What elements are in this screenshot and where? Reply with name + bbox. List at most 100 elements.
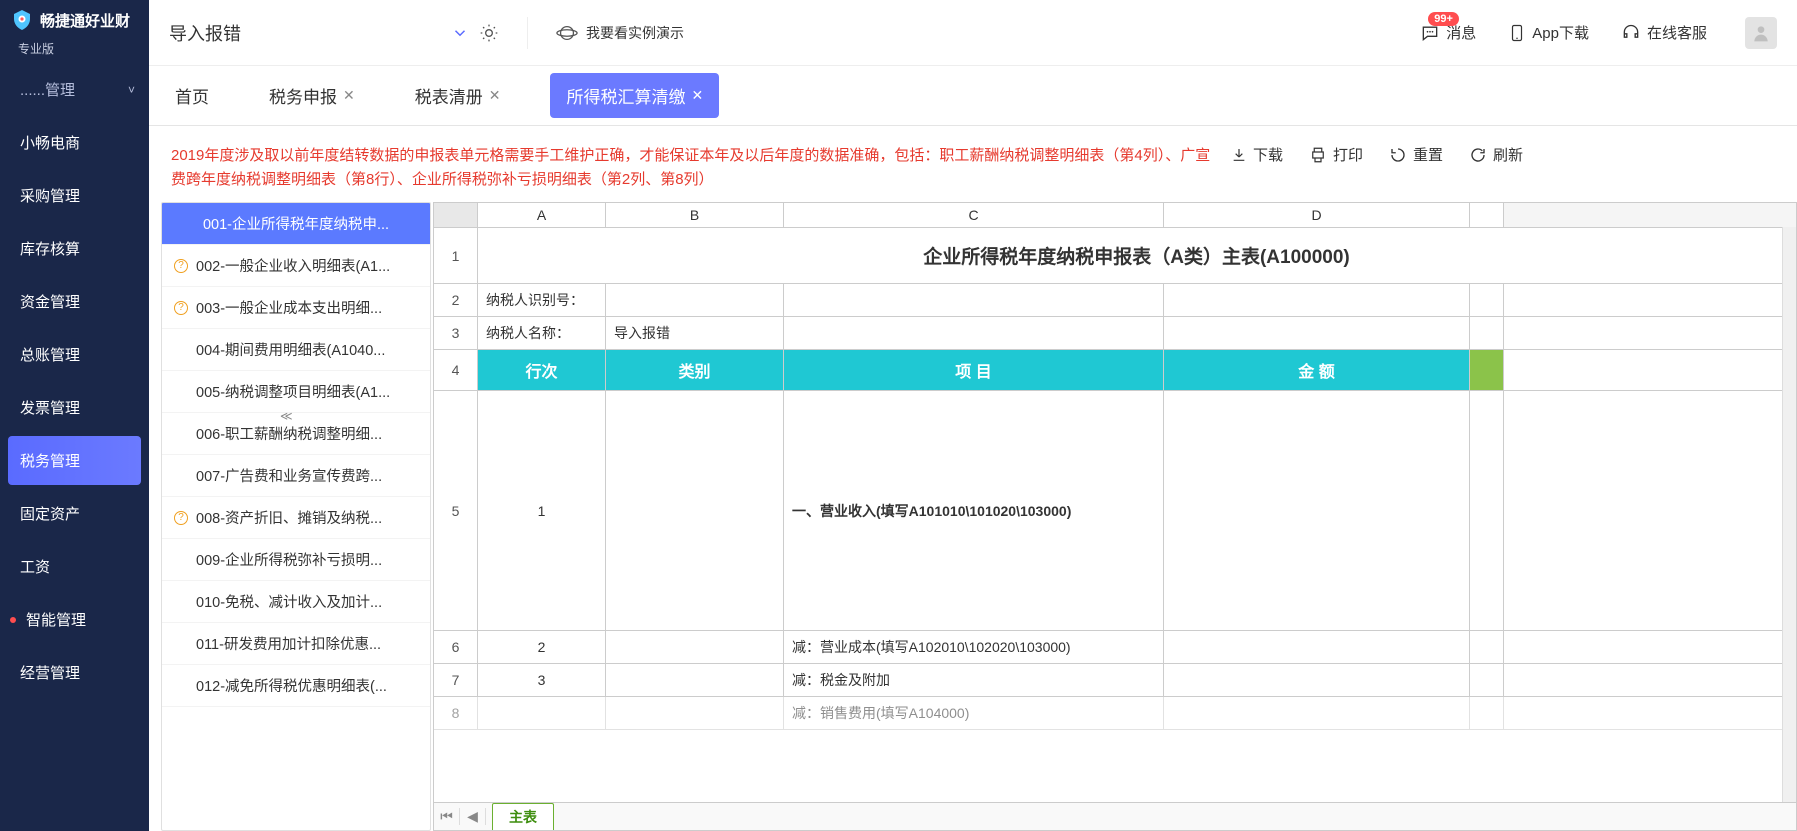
col-header-a[interactable]: A xyxy=(478,203,606,227)
cell[interactable] xyxy=(606,631,784,663)
cell[interactable] xyxy=(1470,697,1504,729)
tab[interactable]: 税务申报✕ xyxy=(259,77,365,114)
sheet-tab[interactable]: 主表 xyxy=(492,803,554,830)
sidebar-item[interactable]: 经营管理 xyxy=(0,646,149,699)
vertical-scrollbar[interactable] xyxy=(1782,227,1796,802)
support-button[interactable]: 在线客服 xyxy=(1621,22,1707,43)
sidebar-item[interactable]: 资金管理 xyxy=(0,275,149,328)
amount-cell[interactable] xyxy=(1164,631,1470,663)
download-button[interactable]: 下载 xyxy=(1231,144,1283,165)
reset-button[interactable]: 重置 xyxy=(1389,144,1443,165)
row-header[interactable]: 7 xyxy=(434,664,478,696)
row-header[interactable]: 2 xyxy=(434,284,478,316)
col-header-c[interactable]: C xyxy=(784,203,1164,227)
close-icon[interactable]: ✕ xyxy=(691,87,703,104)
sidebar-item[interactable]: 固定资产 xyxy=(0,487,149,540)
cell[interactable] xyxy=(1470,391,1504,630)
gear-icon[interactable] xyxy=(479,23,499,43)
cell[interactable] xyxy=(606,284,784,316)
sheet-title[interactable]: 企业所得税年度纳税申报表（A类）主表(A100000) xyxy=(478,228,1796,283)
item-cell[interactable]: 减：销售费用(填写A104000) xyxy=(784,697,1164,729)
form-list-item[interactable]: 006-职工薪酬纳税调整明细... xyxy=(162,413,430,455)
form-list-item[interactable]: 001-企业所得税年度纳税申... xyxy=(162,203,430,245)
cell[interactable] xyxy=(606,664,784,696)
sidebar-item[interactable]: 小畅电商 xyxy=(0,116,149,169)
sidebar-item[interactable]: 税务管理 xyxy=(8,436,141,485)
form-list-item[interactable]: 005-纳税调整项目明细表(A1... xyxy=(162,371,430,413)
collapse-handle-icon[interactable]: ≪ xyxy=(280,409,293,423)
row-num[interactable]: 2 xyxy=(478,631,606,663)
taxpayer-name-value[interactable]: 导入报错 xyxy=(606,317,784,349)
row-header[interactable]: 8 xyxy=(434,697,478,729)
col-header-d[interactable]: D xyxy=(1164,203,1470,227)
form-list-item[interactable]: ?002-一般企业收入明细表(A1... xyxy=(162,245,430,287)
item-cell[interactable]: 减：税金及附加 xyxy=(784,664,1164,696)
sheet-nav-first-icon[interactable]: ⏮ xyxy=(434,808,460,825)
row-num[interactable]: 3 xyxy=(478,664,606,696)
column-headers: A B C D xyxy=(434,203,1796,228)
cell[interactable] xyxy=(1470,317,1504,349)
form-list-item[interactable]: 009-企业所得税弥补亏损明... xyxy=(162,539,430,581)
table-row: 5 1 一、营业收入(填写A101010\101020\103000) xyxy=(434,391,1796,631)
cell[interactable] xyxy=(784,317,1164,349)
avatar[interactable] xyxy=(1745,17,1777,49)
sidebar-item[interactable]: 总账管理 xyxy=(0,328,149,381)
close-icon[interactable]: ✕ xyxy=(343,87,355,104)
header-category: 类别 xyxy=(606,350,784,390)
form-list-item[interactable]: 010-免税、减计收入及加计... xyxy=(162,581,430,623)
row-header[interactable]: 1 xyxy=(434,228,478,283)
form-list-item[interactable]: ?003-一般企业成本支出明细... xyxy=(162,287,430,329)
amount-cell[interactable] xyxy=(1164,697,1470,729)
taxpayer-id-label[interactable]: 纳税人识别号： xyxy=(478,284,606,316)
header-item: 项 目 xyxy=(784,350,1164,390)
amount-cell[interactable] xyxy=(1164,391,1470,630)
row-header[interactable]: 4 xyxy=(434,350,478,390)
select-all-corner[interactable] xyxy=(434,203,478,227)
col-header-e[interactable] xyxy=(1470,203,1504,227)
print-button[interactable]: 打印 xyxy=(1309,144,1363,165)
item-cell[interactable]: 一、营业收入(填写A101010\101020\103000) xyxy=(784,391,1164,630)
nav-item-truncated[interactable]: ......管理 xyxy=(0,63,149,116)
row-header[interactable]: 6 xyxy=(434,631,478,663)
sidebar-item[interactable]: 发票管理 xyxy=(0,381,149,434)
refresh-button[interactable]: 刷新 xyxy=(1469,144,1523,165)
sidebar-item[interactable]: 采购管理 xyxy=(0,169,149,222)
item-cell[interactable]: 减：营业成本(填写A102010\102020\103000) xyxy=(784,631,1164,663)
close-icon[interactable]: ✕ xyxy=(489,87,501,104)
tab[interactable]: 税表清册✕ xyxy=(405,77,511,114)
warning-text: 2019年度涉及取以前年度结转数据的申报表单元格需要手工维护正确，才能保证本年及… xyxy=(171,144,1211,192)
demo-link[interactable]: 我要看实例演示 xyxy=(556,22,684,44)
row-header[interactable]: 5 xyxy=(434,391,478,630)
header-rownum: 行次 xyxy=(478,350,606,390)
tab[interactable]: 所得税汇算清缴✕ xyxy=(550,73,719,118)
sidebar-item[interactable]: 库存核算 xyxy=(0,222,149,275)
cell[interactable] xyxy=(606,391,784,630)
row-num[interactable]: 1 xyxy=(478,391,606,630)
form-list-item[interactable]: 004-期间费用明细表(A1040... xyxy=(162,329,430,371)
cell[interactable] xyxy=(1164,284,1470,316)
sheet-title-row: 1 企业所得税年度纳税申报表（A类）主表(A100000) xyxy=(434,228,1796,284)
cell[interactable] xyxy=(1470,284,1504,316)
row-num[interactable] xyxy=(478,697,606,729)
messages-button[interactable]: 99+ 消息 xyxy=(1420,22,1476,43)
cell[interactable] xyxy=(1470,631,1504,663)
row-header[interactable]: 3 xyxy=(434,317,478,349)
sheet-nav-prev-icon[interactable]: ◀ xyxy=(460,808,486,825)
form-list-item[interactable]: 007-广告费和业务宣传费跨... xyxy=(162,455,430,497)
form-list-item[interactable]: 012-减免所得税优惠明细表(... xyxy=(162,665,430,707)
cell[interactable] xyxy=(1164,317,1470,349)
app-download-button[interactable]: App下载 xyxy=(1508,22,1589,43)
chevron-down-icon[interactable] xyxy=(451,24,469,42)
sidebar-item[interactable]: 工资 xyxy=(0,540,149,593)
amount-cell[interactable] xyxy=(1164,664,1470,696)
form-list-item[interactable]: 011-研发费用加计扣除优惠... xyxy=(162,623,430,665)
sidebar-item[interactable]: 智能管理 xyxy=(0,593,149,646)
cell[interactable] xyxy=(1470,664,1504,696)
cell[interactable] xyxy=(606,697,784,729)
sheet-footer: ⏮ ◀ 主表 xyxy=(434,802,1796,830)
col-header-b[interactable]: B xyxy=(606,203,784,227)
cell[interactable] xyxy=(784,284,1164,316)
taxpayer-name-label[interactable]: 纳税人名称： xyxy=(478,317,606,349)
tab[interactable]: 首页 xyxy=(165,77,219,114)
form-list-item[interactable]: ?008-资产折旧、摊销及纳税... xyxy=(162,497,430,539)
